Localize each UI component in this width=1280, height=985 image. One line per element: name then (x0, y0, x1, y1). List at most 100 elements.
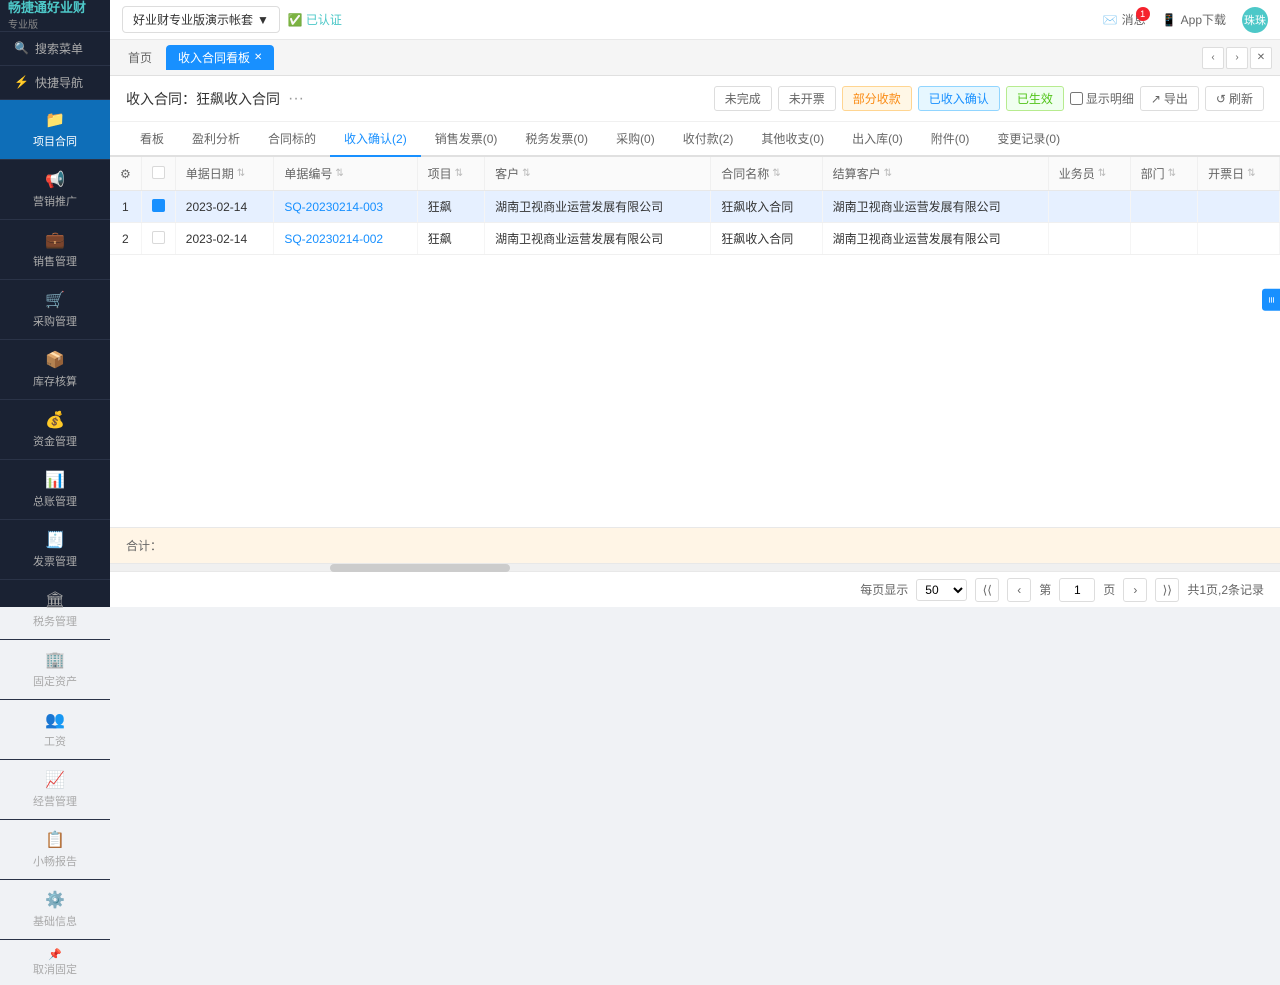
tab-home-label: 首页 (128, 51, 152, 65)
subtab-taxinv[interactable]: 税务发票(0) (511, 122, 602, 157)
status-confirmed[interactable]: 已收入确认 (918, 86, 1000, 111)
sidebar-item-tax[interactable]: 🏛 税务管理 (0, 580, 110, 640)
pin-icon: 📌 (48, 948, 62, 961)
data-table: ⚙ 单据日期⇅ 单据编号⇅ 项目⇅ (110, 157, 1280, 255)
message-button[interactable]: ✉️ 消息 1 (1103, 11, 1146, 28)
sidebar-item-accounting[interactable]: 📊 总账管理 (0, 460, 110, 520)
company-selector[interactable]: 好业财专业版演示帐套 ▼ (122, 6, 280, 33)
app-label: App下载 (1181, 11, 1226, 28)
user-button[interactable]: 珠珠 (1242, 7, 1268, 33)
col-header-opendate[interactable]: 开票日⇅ (1198, 157, 1280, 191)
subtab-inout[interactable]: 出入库(0) (838, 122, 917, 157)
sort-customer-icon: ⇅ (522, 168, 530, 179)
row-dept (1130, 223, 1197, 255)
row-index: 1 (110, 191, 141, 223)
row-checkbox[interactable] (152, 231, 165, 244)
subtab-confirm[interactable]: 收入确认(2) (330, 122, 421, 157)
sidebar-item-capital[interactable]: 💰 资金管理 (0, 400, 110, 460)
subtab-payment[interactable]: 收付款(2) (669, 122, 748, 157)
status-partial[interactable]: 部分收款 (842, 86, 912, 111)
sidebar-unpin-label: 取消固定 (33, 961, 77, 977)
tab-next-button[interactable]: › (1226, 47, 1248, 69)
ops-icon: 📈 (45, 770, 65, 790)
row-number: SQ-20230214-003 (274, 191, 417, 223)
more-options-icon[interactable]: ··· (288, 90, 304, 108)
page-input[interactable] (1059, 578, 1095, 602)
sidebar-item-assets[interactable]: 🏢 固定资产 (0, 640, 110, 700)
sidebar-item-invoice[interactable]: 🧾 发票管理 (0, 520, 110, 580)
status-incomplete[interactable]: 未完成 (714, 86, 772, 111)
logo-text: 畅捷通好业财 (8, 0, 86, 16)
col-header-salesperson[interactable]: 业务员⇅ (1048, 157, 1130, 191)
tab-close-icon[interactable]: ✕ (254, 52, 262, 63)
select-all-checkbox[interactable] (152, 166, 165, 179)
col-header-project[interactable]: 项目⇅ (417, 157, 484, 191)
sidebar-item-sales[interactable]: 💼 销售管理 (0, 220, 110, 280)
col-header-customer[interactable]: 客户⇅ (485, 157, 711, 191)
row-number-link[interactable]: SQ-20230214-003 (284, 200, 383, 214)
subtab-terms[interactable]: 合同标的 (254, 122, 330, 157)
topbar: 好业财专业版演示帐套 ▼ ✅ 已认证 ✉️ 消息 1 📱 App下载 珠珠 (110, 0, 1280, 40)
subtab-profit[interactable]: 盈利分析 (178, 122, 254, 157)
search-icon: 🔍 (14, 41, 29, 55)
horizontal-scrollbar[interactable] (110, 563, 1280, 571)
tab-home[interactable]: 首页 (118, 45, 162, 70)
col-header-settle[interactable]: 结算客户⇅ (822, 157, 1048, 191)
col-header-date[interactable]: 单据日期⇅ (175, 157, 274, 191)
col-header-number[interactable]: 单据编号⇅ (274, 157, 417, 191)
message-icon: ✉️ (1103, 13, 1118, 27)
col-header-contract[interactable]: 合同名称⇅ (711, 157, 822, 191)
sidebar-unpin[interactable]: 📌 取消固定 (0, 940, 110, 985)
table-row[interactable]: 2 2023-02-14 SQ-20230214-002 狂飙 湖南卫视商业运营… (110, 223, 1280, 255)
right-float-action[interactable]: ≡ (1262, 289, 1280, 311)
subtab-other[interactable]: 其他收支(0) (747, 122, 838, 157)
tab-close-all-button[interactable]: ✕ (1250, 47, 1272, 69)
base-icon: ⚙️ (45, 890, 65, 910)
sidebar-item-quicknav[interactable]: ⚡ 快捷导航 (0, 66, 110, 100)
page-label: 第 (1039, 581, 1051, 598)
sidebar-ops-label: 经营管理 (33, 793, 77, 809)
refresh-button[interactable]: ↺ 刷新 (1205, 86, 1264, 111)
subtab-purchase[interactable]: 采购(0) (602, 122, 669, 157)
page-prev-button[interactable]: ‹ (1007, 578, 1031, 602)
scrollbar-thumb[interactable] (330, 564, 510, 572)
total-bar: 合计： (110, 527, 1280, 563)
message-badge: 1 (1136, 7, 1150, 21)
sidebar-project-label: 项目合同 (33, 133, 77, 149)
sidebar-item-base[interactable]: ⚙️ 基础信息 (0, 880, 110, 940)
subtab-changes[interactable]: 变更记录(0) (983, 122, 1074, 157)
row-checkbox[interactable] (152, 199, 165, 212)
tab-prev-button[interactable]: ‹ (1202, 47, 1224, 69)
sidebar-item-inventory[interactable]: 📦 库存核算 (0, 340, 110, 400)
sidebar-assets-label: 固定资产 (33, 673, 77, 689)
project-icon: 📁 (45, 110, 65, 130)
gear-icon[interactable]: ⚙ (120, 167, 131, 181)
purchase-icon: 🛒 (45, 290, 65, 310)
app-download-button[interactable]: 📱 App下载 (1162, 11, 1226, 28)
tab-contract[interactable]: 收入合同看板 ✕ (166, 45, 274, 70)
row-number-link[interactable]: SQ-20230214-002 (284, 232, 383, 246)
page-size-select[interactable]: 50 100 200 (916, 579, 967, 601)
subtab-attach[interactable]: 附件(0) (917, 122, 984, 157)
sidebar-item-purchase[interactable]: 🛒 采购管理 (0, 280, 110, 340)
sidebar-item-search[interactable]: 🔍 搜索菜单 (0, 32, 110, 66)
sidebar-search-label: 搜索菜单 (35, 40, 83, 57)
show-detail-checkbox[interactable] (1070, 92, 1083, 105)
sidebar-item-ops[interactable]: 📈 经营管理 (0, 760, 110, 820)
subtab-salesinv[interactable]: 销售发票(0) (421, 122, 512, 157)
col-header-dept[interactable]: 部门⇅ (1130, 157, 1197, 191)
sidebar-sales-label: 销售管理 (33, 253, 77, 269)
sidebar-item-marketing[interactable]: 📢 营销推广 (0, 160, 110, 220)
sidebar-capital-label: 资金管理 (33, 433, 77, 449)
table-row[interactable]: 1 2023-02-14 SQ-20230214-003 狂飙 湖南卫视商业运营… (110, 191, 1280, 223)
status-uninvoiced[interactable]: 未开票 (778, 86, 836, 111)
page-last-button[interactable]: ⟩⟩ (1155, 578, 1179, 602)
page-first-button[interactable]: ⟨⟨ (975, 578, 999, 602)
sidebar-item-project[interactable]: 📁 项目合同 (0, 100, 110, 160)
page-next-button[interactable]: › (1123, 578, 1147, 602)
export-button[interactable]: ↗ 导出 (1140, 86, 1199, 111)
sidebar-item-hr[interactable]: 👥 工资 (0, 700, 110, 760)
subtab-kanban[interactable]: 看板 (126, 122, 178, 157)
status-effective[interactable]: 已生效 (1006, 86, 1064, 111)
sidebar-item-report[interactable]: 📋 小畅报告 (0, 820, 110, 880)
